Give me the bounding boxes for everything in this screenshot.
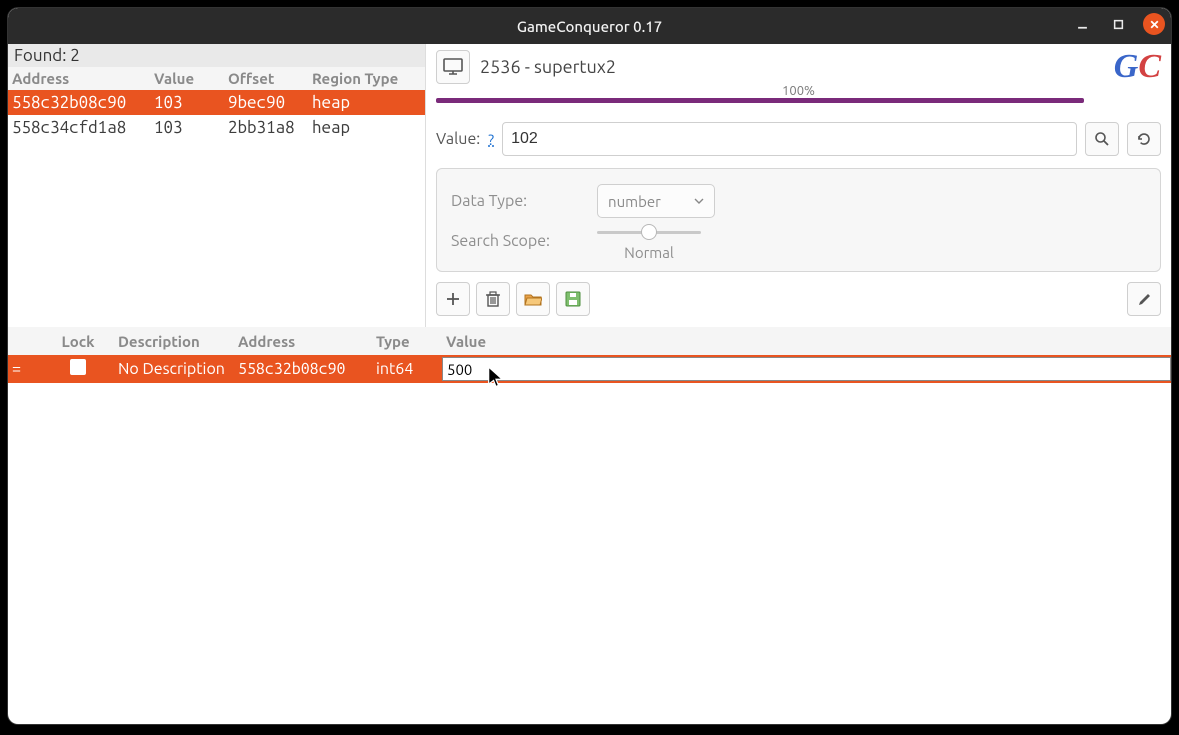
delete-button[interactable]: [476, 282, 510, 316]
select-process-button[interactable]: [436, 50, 470, 84]
search-scope-label: Search Scope:: [451, 232, 571, 250]
data-type-value: number: [608, 193, 661, 210]
results-header: Address Value Offset Region Type: [8, 67, 425, 90]
cheat-value-input[interactable]: [442, 357, 1171, 381]
search-scope-value: Normal: [624, 244, 674, 261]
cheat-description: No Description: [114, 358, 234, 380]
open-button[interactable]: [516, 282, 550, 316]
maximize-button[interactable]: [1107, 13, 1129, 35]
col-type[interactable]: Type: [372, 331, 442, 352]
close-button[interactable]: [1143, 13, 1165, 35]
results-panel: Found: 2 Address Value Offset Region Typ…: [8, 44, 426, 327]
search-icon: [1094, 131, 1110, 147]
cheat-table-row[interactable]: = No Description 558c32b08c90 int64: [8, 355, 1171, 383]
titlebar: GameConqueror 0.17: [8, 8, 1171, 44]
value-help-icon[interactable]: ?: [488, 131, 494, 148]
controls-panel: GC 2536 - supertux2 100% Value: ?: [426, 44, 1171, 327]
col-offset[interactable]: Offset: [224, 67, 308, 90]
data-type-label: Data Type:: [451, 192, 571, 210]
cheat-type: int64: [372, 358, 442, 380]
minimize-button[interactable]: [1071, 13, 1093, 35]
progress-bar: [436, 98, 1084, 103]
col-value[interactable]: Value: [150, 67, 224, 90]
add-address-button[interactable]: [436, 282, 470, 316]
col-region-type[interactable]: Region Type: [308, 67, 425, 90]
app-window: GameConqueror 0.17 Found: 2 Address Valu…: [8, 8, 1171, 724]
col-value[interactable]: Value: [442, 331, 1171, 352]
monitor-icon: [443, 58, 463, 76]
progress-percent: 100%: [782, 84, 815, 98]
value-input[interactable]: [502, 122, 1077, 156]
cell-value: 103: [150, 115, 224, 140]
cell-region: heap: [308, 115, 425, 140]
results-row[interactable]: 558c32b08c90 103 9bec90 heap: [8, 90, 425, 115]
edit-button[interactable]: [1127, 282, 1161, 316]
col-lock[interactable]: Lock: [42, 331, 114, 352]
lock-checkbox[interactable]: [70, 359, 86, 375]
cell-region: heap: [308, 90, 425, 115]
value-label: Value:: [436, 130, 480, 148]
folder-open-icon: [524, 292, 542, 306]
cell-offset: 9bec90: [224, 90, 308, 115]
cell-address: 558c34cfd1a8: [8, 115, 150, 140]
cheat-table-header: Lock Description Address Type Value: [8, 327, 1171, 355]
search-options: Data Type: number Search Scope: Normal: [436, 168, 1161, 272]
search-scope-slider[interactable]: [597, 222, 701, 242]
found-count: Found: 2: [8, 44, 425, 67]
process-label: 2536 - supertux2: [480, 57, 616, 77]
col-address[interactable]: Address: [234, 331, 372, 352]
pencil-icon: [1137, 292, 1152, 307]
col-description[interactable]: Description: [114, 331, 234, 352]
cell-address: 558c32b08c90: [8, 90, 150, 115]
data-type-select[interactable]: number: [597, 184, 715, 218]
cheat-eq: =: [8, 358, 42, 380]
trash-icon: [486, 291, 500, 307]
col-address[interactable]: Address: [8, 67, 150, 90]
refresh-icon: [1136, 131, 1152, 147]
results-row[interactable]: 558c34cfd1a8 103 2bb31a8 heap: [8, 115, 425, 140]
cell-value: 103: [150, 90, 224, 115]
save-icon: [565, 291, 581, 307]
reset-button[interactable]: [1127, 122, 1161, 156]
chevron-down-icon: [694, 198, 704, 204]
search-button[interactable]: [1085, 122, 1119, 156]
cell-offset: 2bb31a8: [224, 115, 308, 140]
cheat-address: 558c32b08c90: [234, 358, 372, 380]
plus-icon: [446, 292, 460, 306]
window-title: GameConqueror 0.17: [517, 18, 662, 35]
app-logo: GC: [1114, 48, 1161, 86]
save-button[interactable]: [556, 282, 590, 316]
